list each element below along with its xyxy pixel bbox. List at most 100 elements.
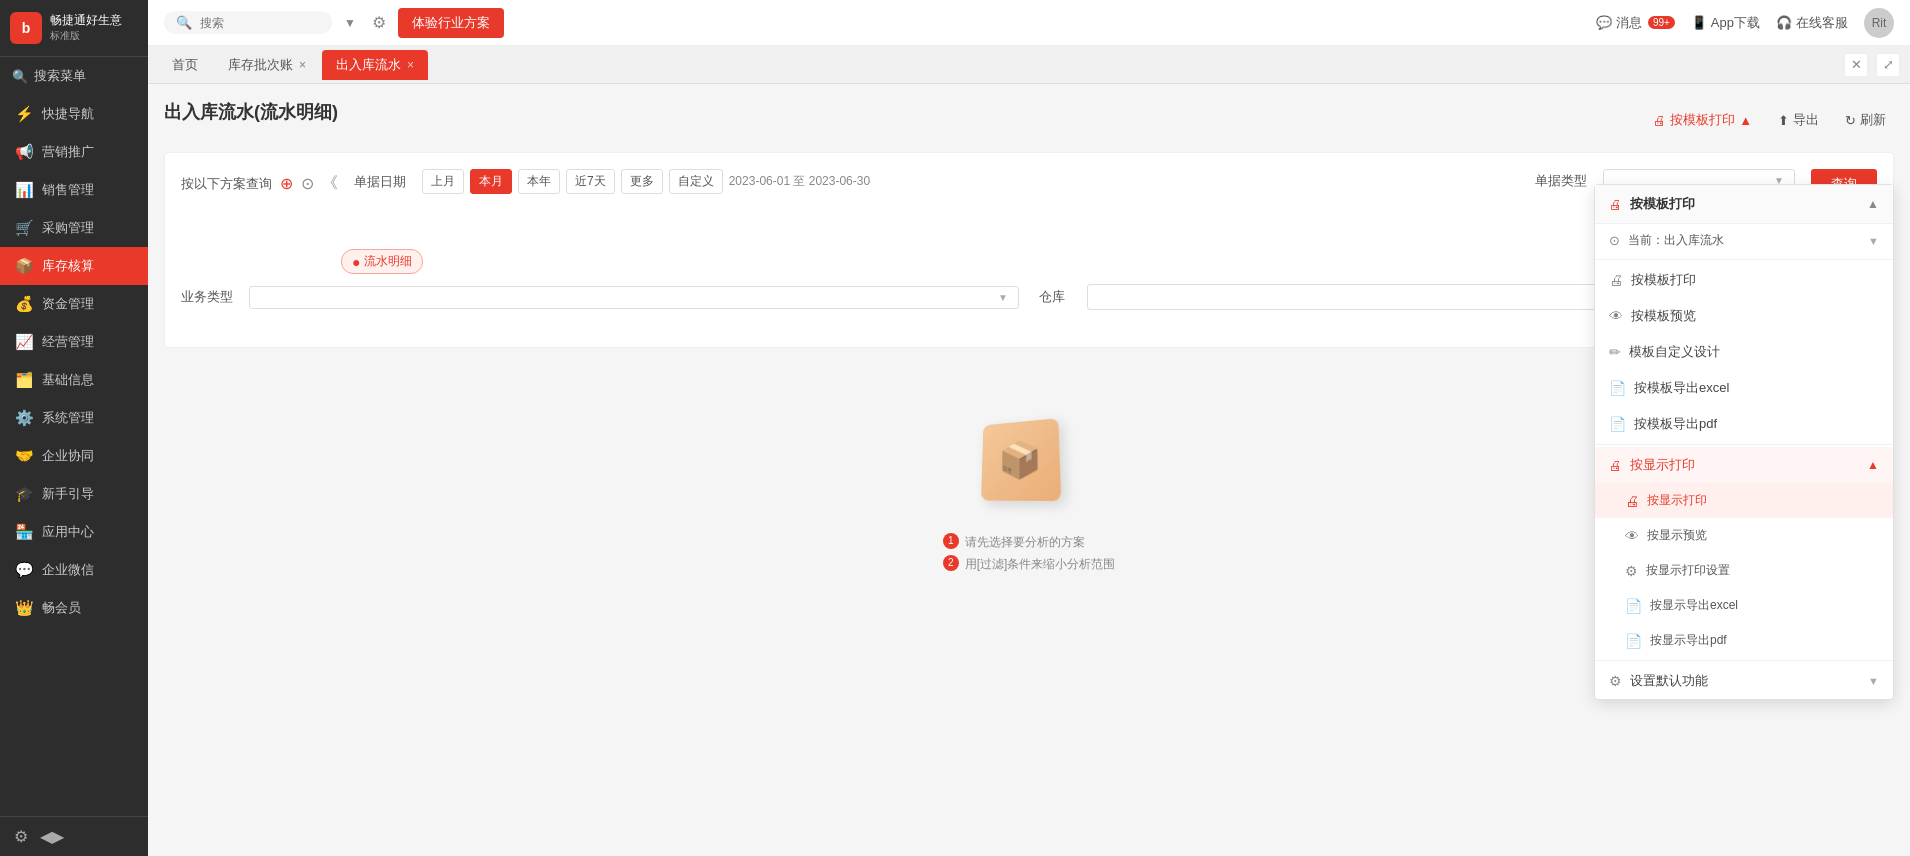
sidebar-search-menu[interactable]: 🔍 搜索菜单 — [0, 57, 148, 95]
dropdown-item-template-print[interactable]: 🖨 按模板打印 — [1595, 262, 1893, 298]
empty-tip-1: 1 请先选择要分析的方案 — [943, 532, 1116, 554]
topbar-search-area[interactable]: 🔍 — [164, 11, 332, 34]
member-icon: 👑 — [14, 599, 34, 617]
main-area: 🔍 ▼ ⚙ 体验行业方案 💬 消息 99+ 📱 App下载 🎧 在线客服 — [148, 0, 1910, 856]
expand-condition-icon[interactable]: 《 — [322, 173, 338, 194]
sidebar-item-member[interactable]: 👑 畅会员 — [0, 589, 148, 627]
template-design-icon: ✏ — [1609, 344, 1621, 360]
sidebar: b 畅捷通好生意 标准版 🔍 搜索菜单 ⚡ 快捷导航 📢 营销推广 📊 销售管理… — [0, 0, 148, 856]
tab-batch-close[interactable]: × — [299, 58, 306, 72]
template-print-icon: 🖨 — [1609, 272, 1623, 288]
sidebar-item-sales[interactable]: 📊 销售管理 — [0, 171, 148, 209]
current-template-arrow: ▼ — [1868, 235, 1879, 247]
print-header-icon: 🖨 — [1609, 197, 1622, 212]
date-btn-this-year[interactable]: 本年 — [518, 169, 560, 194]
sidebar-item-wechat[interactable]: 💬 企业微信 — [0, 551, 148, 589]
purchase-icon: 🛒 — [14, 219, 34, 237]
system-icon: ⚙️ — [14, 409, 34, 427]
sidebar-item-basic[interactable]: 🗂️ 基础信息 — [0, 361, 148, 399]
add-condition-icon[interactable]: ⊕ — [280, 174, 293, 193]
export-btn[interactable]: ⬆ 导出 — [1770, 107, 1827, 133]
basic-icon: 🗂️ — [14, 371, 34, 389]
date-btn-more[interactable]: 更多 — [621, 169, 663, 194]
appstore-icon: 🏪 — [14, 523, 34, 541]
empty-tip-2: 2 用[过滤]条件来缩小分析范围 — [943, 554, 1116, 576]
empty-illustration: 📦 — [979, 420, 1079, 520]
tab-batch[interactable]: 库存批次账 × — [214, 50, 320, 80]
page-content: 出入库流水(流水明细) 🖨 按模板打印 ▲ ⬆ 导出 ↻ 刷新 — [148, 84, 1910, 856]
display-pdf-icon: 📄 — [1625, 633, 1642, 649]
tabbar-right: ✕ ⤢ — [1844, 53, 1900, 77]
template-print-btn[interactable]: 🖨 按模板打印 ▲ — [1645, 107, 1760, 133]
biz-type-group: 业务类型 ▼ — [181, 286, 1019, 309]
date-group: 上月 本月 本年 近7天 更多 自定义 2023-06-01 至 2023-06… — [422, 169, 870, 194]
refresh-btn[interactable]: ↻ 刷新 — [1837, 107, 1894, 133]
sidebar-item-purchase[interactable]: 🛒 采购管理 — [0, 209, 148, 247]
inventory-icon: 📦 — [14, 257, 34, 275]
settings-condition-icon[interactable]: ⊙ — [301, 174, 314, 193]
dropdown-item-set-default[interactable]: ⚙ 设置默认功能 ▼ — [1595, 663, 1893, 699]
tab-close-all-btn[interactable]: ✕ — [1844, 53, 1868, 77]
warehouse-label: 仓库 — [1039, 288, 1079, 306]
sidebar-item-collab[interactable]: 🤝 企业协同 — [0, 437, 148, 475]
dropdown-header-arrow[interactable]: ▲ — [1867, 197, 1879, 211]
sidebar-item-appstore[interactable]: 🏪 应用中心 — [0, 513, 148, 551]
message-badge: 99+ — [1648, 16, 1675, 29]
sidebar-item-guide[interactable]: 🎓 新手引导 — [0, 475, 148, 513]
topbar-search-input[interactable] — [200, 16, 320, 30]
topbar: 🔍 ▼ ⚙ 体验行业方案 💬 消息 99+ 📱 App下载 🎧 在线客服 — [148, 0, 1910, 46]
dropdown-item-template-pdf[interactable]: 📄 按模板导出pdf — [1595, 406, 1893, 442]
topbar-gear-icon[interactable]: ⚙ — [372, 13, 386, 32]
display-preview-icon: 👁 — [1625, 528, 1639, 544]
divider-3 — [1595, 660, 1893, 661]
settings-bottom-icon[interactable]: ⚙ — [14, 827, 28, 846]
logo-sub: 标准版 — [50, 29, 122, 43]
date-btn-last-month[interactable]: 上月 — [422, 169, 464, 194]
tab-home[interactable]: 首页 — [158, 50, 212, 80]
display-section-header[interactable]: 🖨 按显示打印 ▲ — [1595, 447, 1893, 483]
refresh-icon: ↻ — [1845, 113, 1856, 128]
sidebar-item-operation[interactable]: 📈 经营管理 — [0, 323, 148, 361]
tab-maximize-btn[interactable]: ⤢ — [1876, 53, 1900, 77]
set-default-icon: ⚙ — [1609, 673, 1622, 689]
set-default-arrow: ▼ — [1868, 675, 1879, 687]
message-btn[interactable]: 💬 消息 99+ — [1596, 14, 1675, 32]
print-dropdown-panel: 🖨 按模板打印 ▲ ⊙ 当前：出入库流水 ▼ 🖨 按模板打印 👁 — [1594, 184, 1894, 700]
current-template-item[interactable]: ⊙ 当前：出入库流水 ▼ — [1595, 224, 1893, 257]
user-avatar[interactable]: Rit — [1864, 8, 1894, 38]
dropdown-item-display-pdf[interactable]: 📄 按显示导出pdf — [1595, 623, 1893, 658]
sidebar-item-inventory[interactable]: 📦 库存核算 — [0, 247, 148, 285]
tab-flowdetail[interactable]: 出入库流水 × — [322, 50, 428, 80]
date-btn-this-month[interactable]: 本月 — [470, 169, 512, 194]
sidebar-item-quicknav[interactable]: ⚡ 快捷导航 — [0, 95, 148, 133]
dropdown-item-template-preview[interactable]: 👁 按模板预览 — [1595, 298, 1893, 334]
filter-tag-flowdetail[interactable]: ● 流水明细 — [341, 249, 423, 274]
divider-2 — [1595, 444, 1893, 445]
sidebar-item-marketing[interactable]: 📢 营销推广 — [0, 133, 148, 171]
display-header-icon: 🖨 — [1609, 458, 1622, 473]
sidebar-item-system[interactable]: ⚙️ 系统管理 — [0, 399, 148, 437]
dropdown-item-template-design[interactable]: ✏ 模板自定义设计 — [1595, 334, 1893, 370]
dropdown-item-display-settings[interactable]: ⚙ 按显示打印设置 — [1595, 553, 1893, 588]
dropdown-item-display-excel[interactable]: 📄 按显示导出excel — [1595, 588, 1893, 623]
sidebar-nav: ⚡ 快捷导航 📢 营销推广 📊 销售管理 🛒 采购管理 📦 库存核算 💰 资金管… — [0, 95, 148, 816]
topbar-right: 💬 消息 99+ 📱 App下载 🎧 在线客服 Rit — [1596, 8, 1894, 38]
dropdown-item-display-print[interactable]: 🖨 按显示打印 — [1595, 483, 1893, 518]
date-btn-7days[interactable]: 近7天 — [566, 169, 615, 194]
date-range: 2023-06-01 至 2023-06-30 — [729, 173, 870, 190]
sidebar-item-finance[interactable]: 💰 资金管理 — [0, 285, 148, 323]
tab-flowdetail-close[interactable]: × — [407, 58, 414, 72]
dropdown-arrow-icon: ▲ — [1739, 113, 1752, 128]
app-download-btn[interactable]: 📱 App下载 — [1691, 14, 1760, 32]
biz-type-select[interactable]: ▼ — [249, 286, 1019, 309]
biz-type-arrow-icon: ▼ — [998, 292, 1008, 303]
template-preview-icon: 👁 — [1609, 308, 1623, 324]
topbar-dropdown-arrow[interactable]: ▼ — [344, 16, 356, 30]
filter-tag-icon: ● — [352, 254, 360, 270]
trial-button[interactable]: 体验行业方案 — [398, 8, 504, 38]
online-service-btn[interactable]: 🎧 在线客服 — [1776, 14, 1848, 32]
date-btn-custom[interactable]: 自定义 — [669, 169, 723, 194]
dropdown-item-display-preview[interactable]: 👁 按显示预览 — [1595, 518, 1893, 553]
dropdown-item-template-excel[interactable]: 📄 按模板导出excel — [1595, 370, 1893, 406]
collapse-sidebar-icon[interactable]: ◀▶ — [40, 827, 64, 846]
